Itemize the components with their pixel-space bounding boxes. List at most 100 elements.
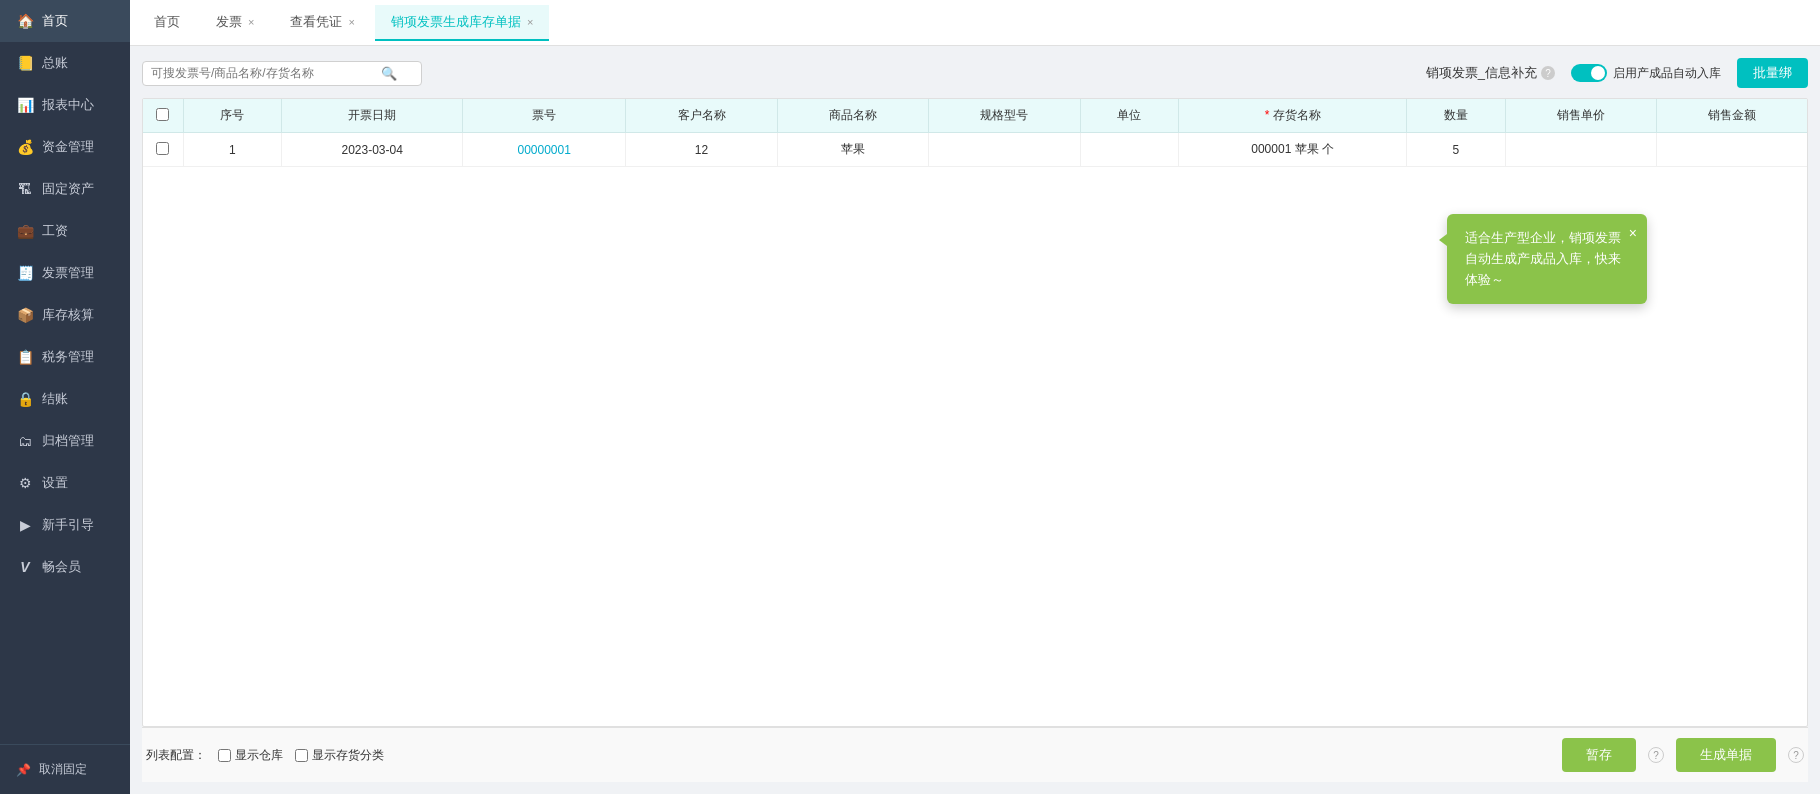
- tab-stock[interactable]: 销项发票生成库存单据 ×: [375, 5, 549, 41]
- tab-voucher-close[interactable]: ×: [348, 16, 354, 28]
- sidebar-item-label: 税务管理: [42, 348, 94, 366]
- sidebar-item-invoice-mgmt[interactable]: 🧾 发票管理: [0, 252, 130, 294]
- sidebar-item-label: 设置: [42, 474, 68, 492]
- info-help-icon[interactable]: ?: [1541, 66, 1555, 80]
- toolbar-right: 销项发票_信息补充 ? 启用产成品自动入库 批量绑: [1426, 58, 1808, 88]
- show-category-text: 显示存货分类: [312, 747, 384, 764]
- sidebar-item-label: 资金管理: [42, 138, 94, 156]
- main-area: 首页 发票 × 查看凭证 × 销项发票生成库存单据 × 🔍 销项发票_信息补充: [130, 0, 1820, 794]
- tab-bar: 首页 发票 × 查看凭证 × 销项发票生成库存单据 ×: [130, 0, 1820, 46]
- row-amount: [1657, 133, 1807, 167]
- config-label: 列表配置：: [146, 747, 206, 764]
- unpin-label: 取消固定: [39, 761, 87, 778]
- sidebar-item-label: 畅会员: [42, 558, 81, 576]
- unpin-button[interactable]: 📌 取消固定: [0, 753, 130, 786]
- row-qty: 5: [1406, 133, 1505, 167]
- col-goods: 商品名称: [777, 99, 928, 133]
- row-unit: [1080, 133, 1179, 167]
- row-spec: [929, 133, 1080, 167]
- close-accounts-icon: 🔒: [16, 391, 34, 407]
- sidebar-item-settings[interactable]: ⚙ 设置: [0, 462, 130, 504]
- col-amount: 销售金额: [1657, 99, 1807, 133]
- generate-button[interactable]: 生成单据: [1676, 738, 1776, 772]
- content-area: 🔍 销项发票_信息补充 ? 启用产成品自动入库 批量绑: [130, 46, 1820, 794]
- toggle-label: 启用产成品自动入库: [1613, 65, 1721, 82]
- sidebar-item-fixed-assets[interactable]: 🏗 固定资产: [0, 168, 130, 210]
- sidebar: 🏠 首页 📒 总账 📊 报表中心 💰 资金管理 🏗 固定资产 💼 工资 🧾 发票…: [0, 0, 130, 794]
- funds-icon: 💰: [16, 139, 34, 155]
- col-stock: * 存货名称: [1179, 99, 1407, 133]
- col-date: 开票日期: [282, 99, 463, 133]
- show-warehouse-text: 显示仓库: [235, 747, 283, 764]
- inventory-icon: 📦: [16, 307, 34, 323]
- pin-icon: 📌: [16, 763, 31, 777]
- tab-invoice-close[interactable]: ×: [248, 16, 254, 28]
- row-checkbox-cell[interactable]: [143, 133, 183, 167]
- search-box[interactable]: 🔍: [142, 61, 422, 86]
- info-label: 销项发票_信息补充 ?: [1426, 64, 1555, 82]
- row-stock[interactable]: 000001 苹果 个: [1179, 133, 1407, 167]
- tab-stock-label: 销项发票生成库存单据: [391, 13, 521, 31]
- vip-icon: V: [16, 559, 34, 575]
- tooltip-close-button[interactable]: ×: [1629, 222, 1637, 244]
- table-header: 序号 开票日期 票号 客户名称 商品名称 规格型号 单位 * 存货名称 数量 销…: [143, 99, 1807, 133]
- info-label-text: 销项发票_信息补充: [1426, 64, 1537, 82]
- tab-home-label: 首页: [154, 13, 180, 31]
- sidebar-item-label: 新手引导: [42, 516, 94, 534]
- ledger-icon: 📒: [16, 55, 34, 71]
- list-config: 列表配置： 显示仓库 显示存货分类: [146, 747, 384, 764]
- row-goods: 苹果: [777, 133, 928, 167]
- tab-home[interactable]: 首页: [138, 5, 196, 41]
- show-warehouse-checkbox[interactable]: [218, 749, 231, 762]
- sidebar-item-vip[interactable]: V 畅会员: [0, 546, 130, 588]
- sidebar-item-label: 报表中心: [42, 96, 94, 114]
- sidebar-item-reports[interactable]: 📊 报表中心: [0, 84, 130, 126]
- tooltip-bubble: × 适合生产型企业，销项发票自动生成产成品入库，快来体验～: [1447, 214, 1647, 304]
- tab-voucher[interactable]: 查看凭证 ×: [274, 5, 370, 41]
- sidebar-item-home[interactable]: 🏠 首页: [0, 0, 130, 42]
- col-number: 票号: [463, 99, 626, 133]
- show-category-checkbox[interactable]: [295, 749, 308, 762]
- sidebar-item-tax-mgmt[interactable]: 📋 税务管理: [0, 336, 130, 378]
- col-unit-price: 销售单价: [1505, 99, 1656, 133]
- search-icon: 🔍: [381, 66, 397, 81]
- show-category-label[interactable]: 显示存货分类: [295, 747, 384, 764]
- tab-invoice-label: 发票: [216, 13, 242, 31]
- select-all-checkbox[interactable]: [156, 108, 169, 121]
- row-checkbox[interactable]: [156, 142, 169, 155]
- sidebar-item-label: 结账: [42, 390, 68, 408]
- sidebar-item-wages[interactable]: 💼 工资: [0, 210, 130, 252]
- sidebar-item-close[interactable]: 🔒 结账: [0, 378, 130, 420]
- col-checkbox: [143, 99, 183, 133]
- search-input[interactable]: [151, 66, 381, 80]
- sidebar-item-ledger[interactable]: 📒 总账: [0, 42, 130, 84]
- col-qty: 数量: [1406, 99, 1505, 133]
- table-row: 1 2023-03-04 00000001 12 苹果 000001 苹果 个 …: [143, 133, 1807, 167]
- batch-bind-button[interactable]: 批量绑: [1737, 58, 1808, 88]
- table-body: 1 2023-03-04 00000001 12 苹果 000001 苹果 个 …: [143, 133, 1807, 167]
- generate-help-icon[interactable]: ?: [1788, 747, 1804, 763]
- reports-icon: 📊: [16, 97, 34, 113]
- col-seq: 序号: [183, 99, 282, 133]
- data-table: 序号 开票日期 票号 客户名称 商品名称 规格型号 单位 * 存货名称 数量 销…: [143, 99, 1807, 167]
- row-customer: 12: [626, 133, 777, 167]
- row-number[interactable]: 00000001: [463, 133, 626, 167]
- tax-mgmt-icon: 📋: [16, 349, 34, 365]
- sidebar-item-label: 固定资产: [42, 180, 94, 198]
- save-button[interactable]: 暂存: [1562, 738, 1636, 772]
- fixed-assets-icon: 🏗: [16, 181, 34, 197]
- save-help-icon[interactable]: ?: [1648, 747, 1664, 763]
- settings-icon: ⚙: [16, 475, 34, 491]
- sidebar-item-newbie[interactable]: ▶ 新手引导: [0, 504, 130, 546]
- auto-stock-toggle[interactable]: [1571, 64, 1607, 82]
- toggle-knob: [1591, 66, 1605, 80]
- tab-stock-close[interactable]: ×: [527, 16, 533, 28]
- sidebar-item-funds[interactable]: 💰 资金管理: [0, 126, 130, 168]
- sidebar-item-archive[interactable]: 🗂 归档管理: [0, 420, 130, 462]
- tab-invoice[interactable]: 发票 ×: [200, 5, 270, 41]
- sidebar-item-label: 总账: [42, 54, 68, 72]
- show-warehouse-label[interactable]: 显示仓库: [218, 747, 283, 764]
- row-date: 2023-03-04: [282, 133, 463, 167]
- invoice-link[interactable]: 00000001: [517, 143, 570, 157]
- sidebar-item-inventory[interactable]: 📦 库存核算: [0, 294, 130, 336]
